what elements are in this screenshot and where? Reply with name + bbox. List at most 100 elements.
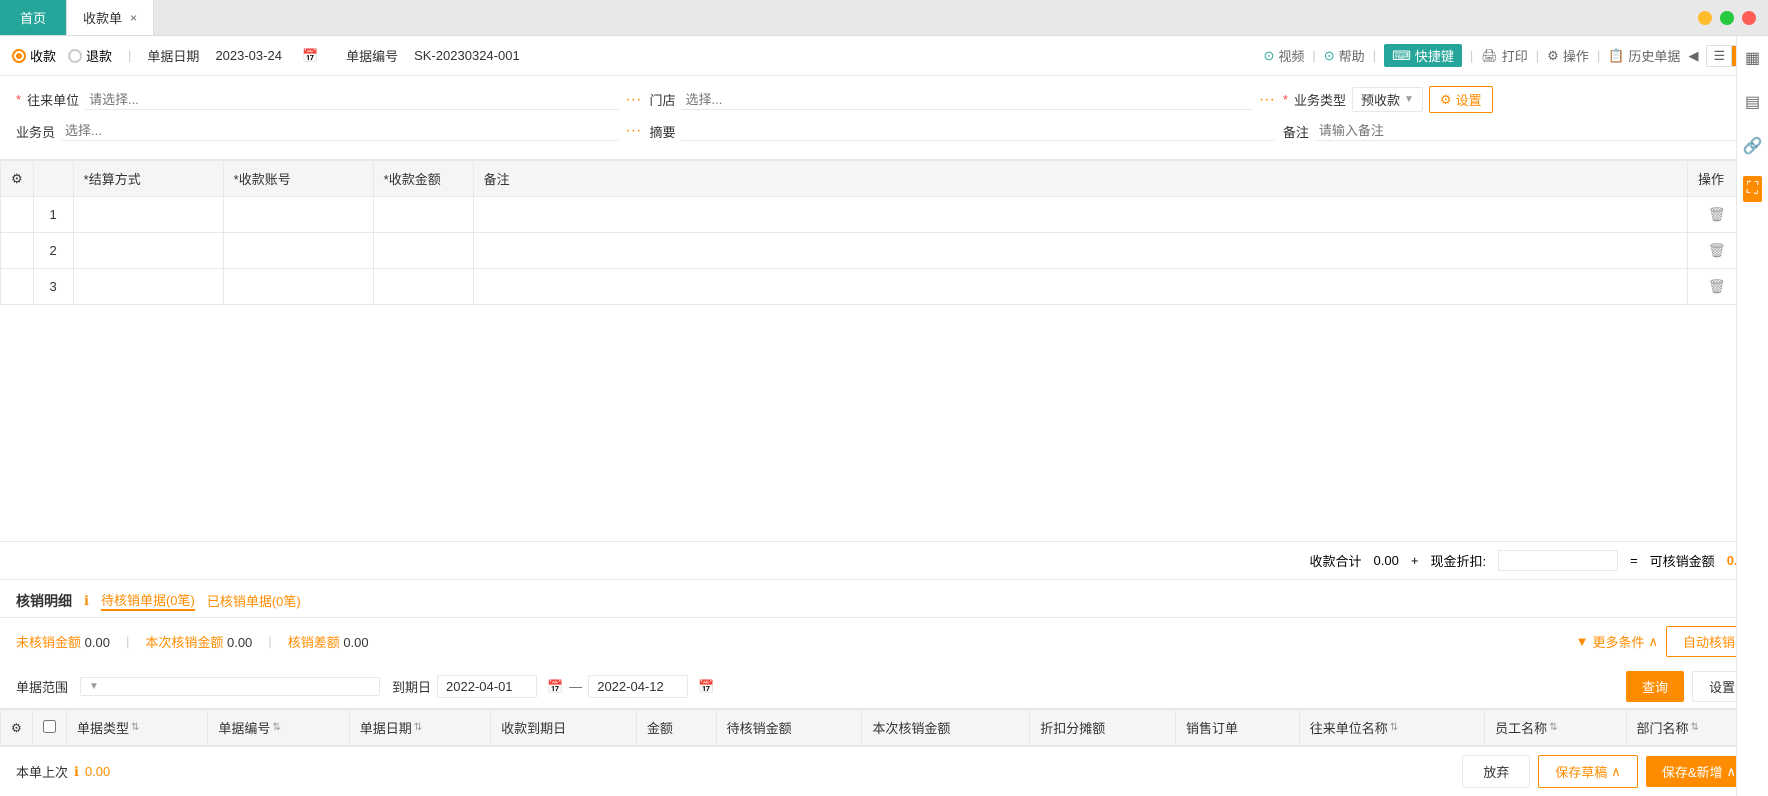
discount-input[interactable] <box>1498 550 1618 571</box>
more-filters-btn[interactable]: ▼ 更多条件 ∧ <box>1576 632 1658 651</box>
writeoff-info-icon[interactable]: ℹ <box>84 593 89 609</box>
nav-prev[interactable]: ◀ <box>1688 48 1698 64</box>
remark-label: 备注 <box>1283 122 1309 141</box>
btn-video[interactable]: ⊙ 视频 <box>1263 46 1304 65</box>
settings-button[interactable]: ⚙ 设置 <box>1429 86 1493 113</box>
staff-input[interactable] <box>61 121 619 141</box>
td-settle-2[interactable] <box>73 233 223 269</box>
save-chevron[interactable]: ∧ <box>1726 764 1736 780</box>
wo-th-gear[interactable]: ⚙ <box>1 710 33 746</box>
sort-date[interactable]: ⇅ <box>414 722 422 733</box>
equals-sign: = <box>1630 553 1638 568</box>
sort-type[interactable]: ⇅ <box>131 722 139 733</box>
stat-this-time: 本次核销金额 0.00 <box>145 632 252 651</box>
date-from-input[interactable] <box>437 675 537 698</box>
td-num-2: 2 <box>33 233 73 269</box>
btn-ops[interactable]: ⚙ 操作 <box>1547 46 1589 65</box>
prev-info-icon[interactable]: ℹ <box>74 764 79 780</box>
abandon-btn[interactable]: 放弃 <box>1462 755 1530 788</box>
summary-row: 收款合计 0.00 + 现金折扣: = 可核销金额 0.00 <box>0 542 1768 580</box>
remark-input[interactable] <box>1315 121 1752 141</box>
summary-label: 摘要 <box>649 122 675 141</box>
toolbar-right: ⊙ 视频 | ⊙ 帮助 | ⌨ 快捷键 | 🖨 打印 | ⚙ 操作 <box>1263 44 1756 67</box>
row-delete-1[interactable]: 🗑 <box>1708 206 1726 222</box>
tab-shoukuan[interactable]: 收款单 × <box>66 0 154 35</box>
radio-tuikuan[interactable]: 退款 <box>68 46 112 65</box>
counterpart-input[interactable] <box>85 90 619 110</box>
sort-num[interactable]: ⇅ <box>272 722 280 733</box>
win-close-btn[interactable] <box>1742 11 1756 25</box>
bottom-bar: 本单上次 ℹ 0.00 放弃 保存草稿 ∧ 保存&新增 ∧ <box>0 746 1768 796</box>
draft-btn[interactable]: 保存草稿 ∧ <box>1538 755 1638 788</box>
stat-sep2: | <box>268 634 271 649</box>
th-gear[interactable]: ⚙ <box>1 161 34 197</box>
sort-staff[interactable]: ⇅ <box>1549 722 1557 733</box>
td-remark-1[interactable] <box>473 197 1687 233</box>
btn-help[interactable]: ⊙ 帮助 <box>1324 46 1365 65</box>
select-all-checkbox[interactable] <box>43 720 56 733</box>
toolbar: 收款 退款 | 单据日期 2023-03-24 📅 单据编号 SK-202303… <box>0 36 1768 76</box>
biztype-select[interactable]: 预收款 ▼ <box>1352 87 1423 112</box>
query-btn[interactable]: 查询 <box>1626 671 1684 702</box>
view-list[interactable]: ☰ <box>1707 46 1732 66</box>
btn-history[interactable]: 📋 历史单据 <box>1608 46 1680 65</box>
row-delete-3[interactable]: 🗑 <box>1708 278 1726 294</box>
th-num <box>33 161 73 197</box>
td-account-1[interactable] <box>223 197 373 233</box>
td-account-2[interactable] <box>223 233 373 269</box>
counterpart-more[interactable]: ··· <box>625 91 641 109</box>
summary-input[interactable] <box>681 121 1274 141</box>
net-label: 可核销金额 <box>1650 551 1715 570</box>
date-to-input[interactable] <box>588 675 688 698</box>
date-to-cal[interactable]: 📅 <box>698 679 714 695</box>
td-remark-3[interactable] <box>473 269 1687 305</box>
draft-chevron[interactable]: ∧ <box>1611 764 1621 780</box>
win-max-btn[interactable] <box>1720 11 1734 25</box>
win-min-btn[interactable] <box>1698 11 1712 25</box>
date-value: 2023-03-24 <box>215 48 282 63</box>
td-settle-3[interactable] <box>73 269 223 305</box>
wo-table: ⚙ 单据类型 ⇅ 单据编号 ⇅ <box>0 709 1768 746</box>
staff-more[interactable]: ··· <box>625 122 641 140</box>
date-calendar-icon[interactable]: 📅 <box>302 48 318 64</box>
btn-print[interactable]: 🖨 打印 <box>1481 46 1528 65</box>
wo-th-discount: 折扣分摊额 <box>1030 710 1176 746</box>
wo-th-pending: 待核销金额 <box>716 710 862 746</box>
date-from-cal[interactable]: 📅 <box>547 679 563 695</box>
th-amount: *收款金额 <box>373 161 473 197</box>
sidebar-table-icon[interactable]: ▦ <box>1741 44 1764 72</box>
required-star2: * <box>1283 92 1288 107</box>
biztype-label: 业务类型 <box>1294 90 1346 109</box>
tab-home[interactable]: 首页 <box>0 0 66 35</box>
bottom-info: 本单上次 ℹ 0.00 <box>16 762 110 781</box>
range-select-chevron: ▼ <box>89 681 99 692</box>
td-settle-1[interactable] <box>73 197 223 233</box>
sidebar-link-icon[interactable]: 🔗 <box>1739 132 1767 160</box>
date-field: 到期日 📅 — 📅 <box>392 675 714 698</box>
discount-label: 现金折扣: <box>1430 551 1486 570</box>
sort-dept[interactable]: ⇅ <box>1691 722 1699 733</box>
td-account-3[interactable] <box>223 269 373 305</box>
td-amount-1[interactable] <box>373 197 473 233</box>
tab-close-icon[interactable]: × <box>130 11 137 25</box>
range-select[interactable]: ▼ <box>80 677 380 696</box>
sort-counterpart[interactable]: ⇅ <box>1390 722 1398 733</box>
store-more[interactable]: ··· <box>1259 91 1275 109</box>
sidebar-screen-icon[interactable]: ⛶ <box>1743 176 1762 202</box>
total-label: 收款合计 <box>1310 551 1362 570</box>
sidebar-doc-icon[interactable]: ▤ <box>1741 88 1764 116</box>
counterpart-label: 往来单位 <box>27 90 79 109</box>
row-delete-2[interactable]: 🗑 <box>1708 242 1726 258</box>
btn-shortcut[interactable]: ⌨ 快捷键 <box>1384 44 1462 67</box>
store-input[interactable] <box>681 90 1252 110</box>
radio-shoukuan[interactable]: 收款 <box>12 46 56 65</box>
wo-th-sales: 销售订单 <box>1175 710 1299 746</box>
table-row: 3 🗑 ⊞ <box>1 269 1768 305</box>
td-amount-3[interactable] <box>373 269 473 305</box>
tab-pending[interactable]: 待核销单据(0笔) <box>101 590 195 611</box>
td-remark-2[interactable] <box>473 233 1687 269</box>
shoukuan-tab-label: 收款单 <box>83 8 122 27</box>
wo-th-check[interactable] <box>33 710 67 746</box>
td-amount-2[interactable] <box>373 233 473 269</box>
tab-done[interactable]: 已核销单据(0笔) <box>207 591 301 610</box>
